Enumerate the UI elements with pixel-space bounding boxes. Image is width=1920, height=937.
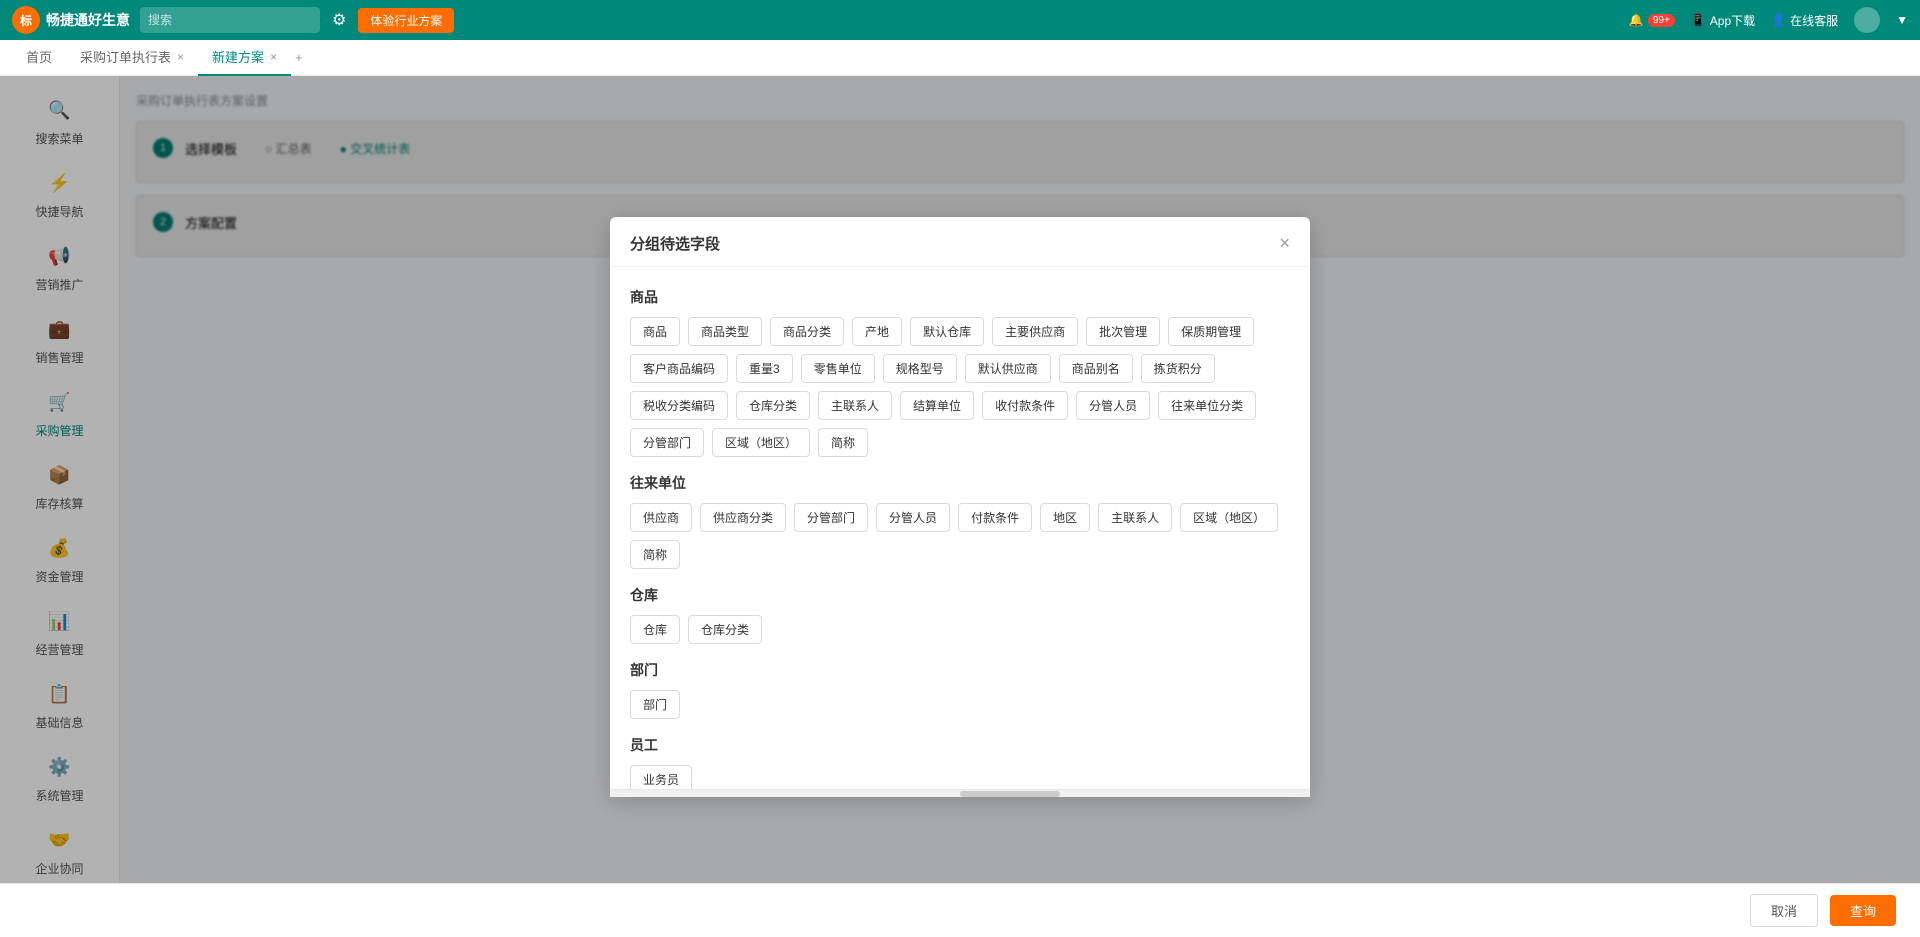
app-download-item[interactable]: 📱 App下载 xyxy=(1691,12,1755,29)
field-tag-partner-dept[interactable]: 分管部门 xyxy=(794,503,868,532)
service-icon: 👤 xyxy=(1771,13,1786,27)
field-tag-payment-terms[interactable]: 收付款条件 xyxy=(982,391,1068,420)
topbar: 标 畅捷通好生意 ⚙ 体验行业方案 🔔 99+ 📱 App下载 👤 在线客服 ▼ xyxy=(0,0,1920,40)
field-group-department: 部门 xyxy=(630,690,1290,719)
field-tag-area[interactable]: 地区 xyxy=(1040,503,1090,532)
tab-home-label: 首页 xyxy=(26,47,52,66)
online-service-item[interactable]: 👤 在线客服 xyxy=(1771,12,1838,29)
tab-new-plan-close[interactable]: × xyxy=(270,50,277,64)
field-tag-region-goods[interactable]: 区域（地区） xyxy=(712,428,810,457)
modal-overlay: 分组待选字段 × 商品 商品 商品类型 商品分类 产地 默认仓库 主要供应商 批… xyxy=(0,76,1920,937)
section-title-employee: 员工 xyxy=(630,735,1290,755)
field-tag-supplier-cat[interactable]: 供应商分类 xyxy=(700,503,786,532)
field-tag-partner-short[interactable]: 简称 xyxy=(630,540,680,569)
field-group-warehouse: 仓库 仓库分类 xyxy=(630,615,1290,644)
modal-scroll-thumb xyxy=(960,791,1060,797)
field-group-employee: 业务员 xyxy=(630,765,1290,789)
app-download-label: App下载 xyxy=(1710,12,1755,29)
tab-purchase-label: 采购订单执行表 xyxy=(80,47,171,66)
phone-icon: 📱 xyxy=(1691,13,1706,27)
field-tag-spec[interactable]: 规格型号 xyxy=(883,354,957,383)
field-tag-warehouse-category[interactable]: 仓库分类 xyxy=(688,615,762,644)
tab-new-plan-label: 新建方案 xyxy=(212,47,264,66)
field-tag-shelf-life[interactable]: 保质期管理 xyxy=(1168,317,1254,346)
notification-icon: 🔔 xyxy=(1629,13,1644,27)
field-group-goods: 商品 商品类型 商品分类 产地 默认仓库 主要供应商 批次管理 保质期管理 客户… xyxy=(630,317,1290,457)
field-tag-default-warehouse[interactable]: 默认仓库 xyxy=(910,317,984,346)
field-tag-main-contact[interactable]: 主联系人 xyxy=(818,391,892,420)
field-tag-customer-code[interactable]: 客户商品编码 xyxy=(630,354,728,383)
tab-new-plan[interactable]: 新建方案 × xyxy=(198,40,291,76)
tab-purchase-close[interactable]: × xyxy=(177,50,184,64)
tab-purchase-list[interactable]: 采购订单执行表 × xyxy=(66,40,198,76)
field-tag-region-partner[interactable]: 区域（地区） xyxy=(1180,503,1278,532)
user-arrow: ▼ xyxy=(1896,13,1908,27)
field-tag-warehouse-cat[interactable]: 仓库分类 xyxy=(736,391,810,420)
logo: 标 畅捷通好生意 xyxy=(12,6,132,34)
field-tag-default-supplier[interactable]: 默认供应商 xyxy=(965,354,1051,383)
field-tag-department[interactable]: 部门 xyxy=(630,690,680,719)
modal-body: 商品 商品 商品类型 商品分类 产地 默认仓库 主要供应商 批次管理 保质期管理… xyxy=(610,267,1310,789)
section-title-department: 部门 xyxy=(630,660,1290,680)
field-tag-tax-code[interactable]: 税收分类编码 xyxy=(630,391,728,420)
field-selection-modal: 分组待选字段 × 商品 商品 商品类型 商品分类 产地 默认仓库 主要供应商 批… xyxy=(610,217,1310,797)
field-tag-partner-supervisor[interactable]: 分管人员 xyxy=(876,503,950,532)
notification-badge: 99+ xyxy=(1648,14,1675,27)
field-tag-pick-points[interactable]: 拣货积分 xyxy=(1141,354,1215,383)
field-tag-settle-unit[interactable]: 结算单位 xyxy=(900,391,974,420)
field-tag-main-supplier[interactable]: 主要供应商 xyxy=(992,317,1078,346)
logo-icon: 标 xyxy=(12,6,40,34)
field-tag-salesperson[interactable]: 业务员 xyxy=(630,765,692,789)
field-tag-supervisor[interactable]: 分管人员 xyxy=(1076,391,1150,420)
footer-bar: 取消 查询 xyxy=(0,883,1920,937)
field-tag-partner-cat[interactable]: 往来单位分类 xyxy=(1158,391,1256,420)
field-tag-batch[interactable]: 批次管理 xyxy=(1086,317,1160,346)
search-input[interactable] xyxy=(140,7,320,33)
section-title-goods: 商品 xyxy=(630,287,1290,307)
field-tag-goods-category[interactable]: 商品分类 xyxy=(770,317,844,346)
field-tag-retail-unit[interactable]: 零售单位 xyxy=(801,354,875,383)
cancel-button[interactable]: 取消 xyxy=(1750,894,1818,927)
notification-item[interactable]: 🔔 99+ xyxy=(1629,13,1675,27)
confirm-button[interactable]: 查询 xyxy=(1830,895,1896,926)
field-tag-supplier[interactable]: 供应商 xyxy=(630,503,692,532)
logo-text: 畅捷通好生意 xyxy=(46,10,130,30)
tab-home[interactable]: 首页 xyxy=(12,40,66,76)
field-tag-origin[interactable]: 产地 xyxy=(852,317,902,346)
field-group-partner: 供应商 供应商分类 分管部门 分管人员 付款条件 地区 主联系人 区域（地区） … xyxy=(630,503,1290,569)
field-tag-warehouse[interactable]: 仓库 xyxy=(630,615,680,644)
tab-add-icon[interactable]: + xyxy=(295,50,303,65)
section-title-partner: 往来单位 xyxy=(630,473,1290,493)
field-tag-partner-contact[interactable]: 主联系人 xyxy=(1098,503,1172,532)
topbar-right: 🔔 99+ 📱 App下载 👤 在线客服 ▼ xyxy=(1629,7,1908,33)
field-tag-pay-terms[interactable]: 付款条件 xyxy=(958,503,1032,532)
field-tag-goods[interactable]: 商品 xyxy=(630,317,680,346)
modal-title: 分组待选字段 xyxy=(630,233,720,254)
field-tag-dept[interactable]: 分管部门 xyxy=(630,428,704,457)
tabbar: 首页 采购订单执行表 × 新建方案 × + xyxy=(0,40,1920,76)
modal-scrollbar[interactable] xyxy=(610,789,1310,797)
avatar[interactable] xyxy=(1854,7,1880,33)
experience-button[interactable]: 体验行业方案 xyxy=(358,8,454,33)
field-tag-weight[interactable]: 重量3 xyxy=(736,354,793,383)
field-tag-short-name[interactable]: 简称 xyxy=(818,428,868,457)
field-tag-goods-alias[interactable]: 商品别名 xyxy=(1059,354,1133,383)
modal-close-button[interactable]: × xyxy=(1279,234,1290,252)
online-service-label: 在线客服 xyxy=(1790,12,1838,29)
gear-icon[interactable]: ⚙ xyxy=(328,6,350,34)
section-title-warehouse: 仓库 xyxy=(630,585,1290,605)
field-tag-goods-type[interactable]: 商品类型 xyxy=(688,317,762,346)
modal-header: 分组待选字段 × xyxy=(610,217,1310,267)
